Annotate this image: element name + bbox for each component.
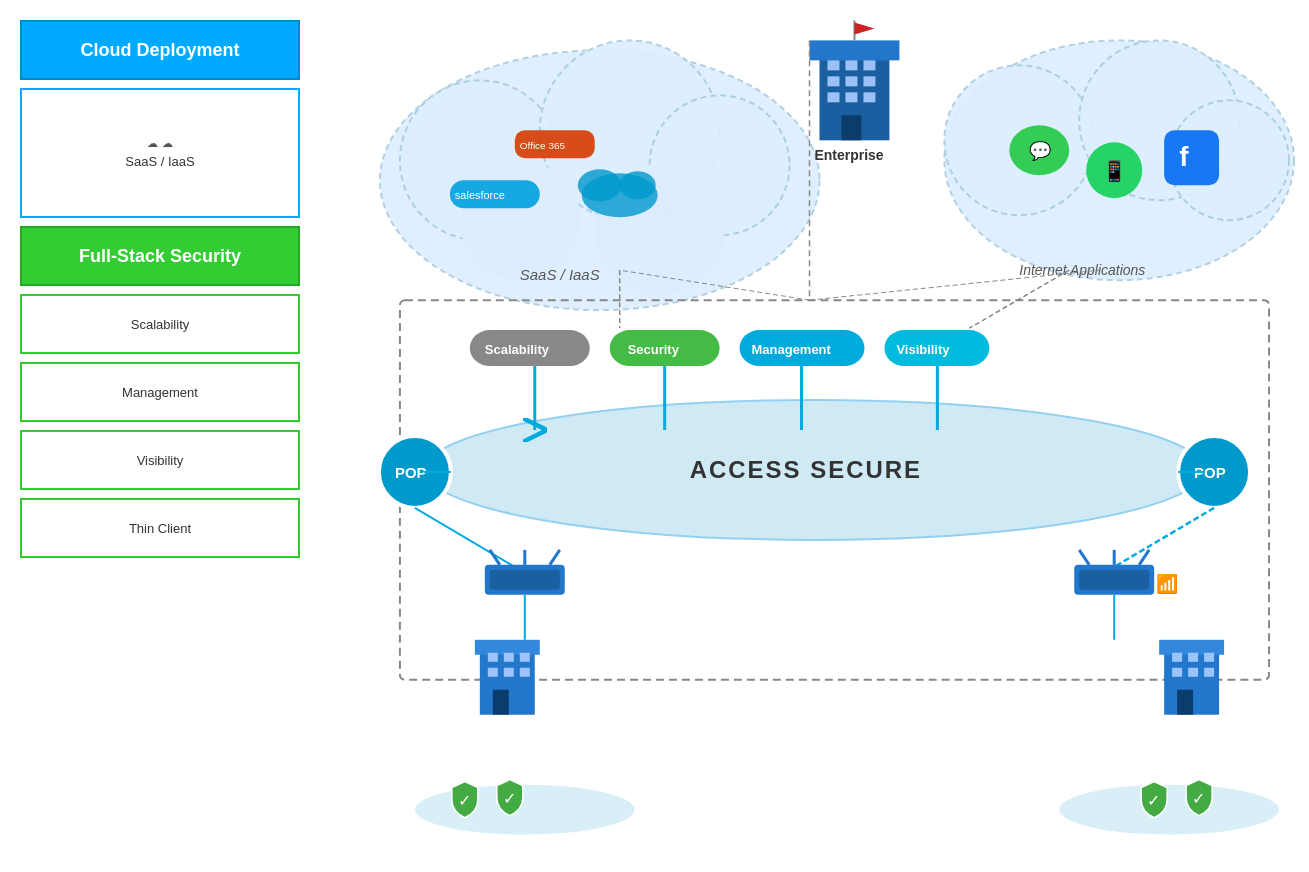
pill-management-label: Management (752, 342, 832, 357)
svg-rect-61 (1079, 570, 1149, 590)
svg-rect-21 (827, 92, 839, 102)
svg-rect-85 (1204, 668, 1214, 677)
svg-rect-80 (1172, 653, 1182, 662)
svg-rect-19 (845, 76, 857, 86)
router-right: 📶 (1074, 550, 1179, 595)
svg-text:salesforce: salesforce (455, 189, 505, 201)
sidebar-saas-label: SaaS / IaaS (125, 154, 194, 169)
building-left (475, 640, 540, 715)
pop-left-label: POP (395, 464, 427, 481)
svg-rect-22 (845, 92, 857, 102)
sidebar-item-fullstack[interactable]: Full-Stack Security (20, 226, 300, 286)
svg-rect-56 (490, 570, 560, 590)
pill-scalability-label: Scalability (485, 342, 550, 357)
svg-point-86 (415, 785, 635, 835)
svg-rect-72 (504, 653, 514, 662)
svg-point-87 (1059, 785, 1279, 835)
svg-point-12 (620, 171, 656, 199)
diagram-svg: Office 365 salesforce SaaS / IaaS (320, 0, 1309, 872)
svg-line-62 (1079, 550, 1089, 565)
svg-rect-14 (810, 40, 900, 60)
svg-text:✓: ✓ (1192, 790, 1205, 807)
svg-text:f: f (1179, 141, 1189, 172)
svg-line-53 (415, 508, 520, 570)
svg-rect-20 (863, 76, 875, 86)
sidebar-item-management[interactable]: Management (20, 362, 300, 422)
sidebar-fullstack-label: Full-Stack Security (79, 246, 241, 267)
svg-rect-16 (845, 60, 857, 70)
svg-rect-70 (493, 690, 509, 715)
sidebar-item-scalability[interactable]: Scalability (20, 294, 300, 354)
svg-rect-71 (488, 653, 498, 662)
building-right (1159, 640, 1224, 715)
svg-text:💬: 💬 (1029, 140, 1052, 162)
enterprise-label: Enterprise (815, 147, 884, 163)
sidebar-thinclient-label: Thin Client (129, 521, 191, 536)
cloud-left-group: Office 365 salesforce SaaS / IaaS (380, 40, 820, 310)
svg-rect-35 (1164, 130, 1219, 185)
svg-text:✓: ✓ (1147, 792, 1160, 809)
enterprise-group: Enterprise (810, 20, 900, 163)
cloud-right-group: 💬 📱 f Internet Applications (944, 40, 1294, 280)
svg-rect-74 (488, 668, 498, 677)
svg-rect-73 (520, 653, 530, 662)
sidebar-scalability-label: Scalability (131, 317, 190, 332)
svg-rect-81 (1188, 653, 1198, 662)
sidebar-item-visibility[interactable]: Visibility (20, 430, 300, 490)
svg-rect-75 (504, 668, 514, 677)
pill-visibility-label: Visibility (896, 342, 950, 357)
svg-point-11 (578, 169, 622, 201)
svg-rect-83 (1172, 668, 1182, 677)
svg-text:📱: 📱 (1102, 159, 1127, 183)
cloud-right-label: Internet Applications (1019, 262, 1145, 278)
cloud-left-label: SaaS / IaaS (520, 266, 600, 283)
svg-rect-79 (1177, 690, 1193, 715)
svg-text:📶: 📶 (1156, 573, 1179, 595)
svg-line-59 (550, 550, 560, 565)
svg-text:Office 365: Office 365 (520, 140, 566, 151)
svg-rect-84 (1188, 668, 1198, 677)
sidebar-cloud-deployment-label: Cloud Deployment (80, 40, 239, 61)
access-secure-text: ACCESS SECURE (690, 456, 922, 483)
svg-rect-17 (863, 60, 875, 70)
svg-line-54 (1109, 508, 1214, 570)
sidebar-visibility-label: Visibility (137, 453, 184, 468)
svg-marker-26 (854, 22, 874, 34)
svg-text:✓: ✓ (458, 792, 471, 809)
diagram-area: Office 365 salesforce SaaS / IaaS (320, 0, 1309, 872)
svg-rect-78 (1159, 640, 1224, 655)
sidebar-item-cloud-deployment[interactable]: Cloud Deployment (20, 20, 300, 80)
svg-point-4 (460, 160, 580, 280)
svg-rect-18 (827, 76, 839, 86)
sidebar: Cloud Deployment ☁ ☁ SaaS / IaaS Full-St… (0, 0, 320, 872)
svg-rect-15 (827, 60, 839, 70)
sidebar-item-saas[interactable]: ☁ ☁ SaaS / IaaS (20, 88, 300, 218)
sidebar-management-label: Management (122, 385, 198, 400)
svg-rect-69 (475, 640, 540, 655)
sidebar-item-thinclient[interactable]: Thin Client (20, 498, 300, 558)
sidebar-saas-icon: ☁ ☁ (147, 137, 172, 150)
svg-rect-82 (1204, 653, 1214, 662)
svg-rect-24 (841, 115, 861, 140)
svg-rect-23 (863, 92, 875, 102)
svg-text:✓: ✓ (503, 790, 516, 807)
pill-security-label: Security (628, 342, 680, 357)
svg-rect-76 (520, 668, 530, 677)
